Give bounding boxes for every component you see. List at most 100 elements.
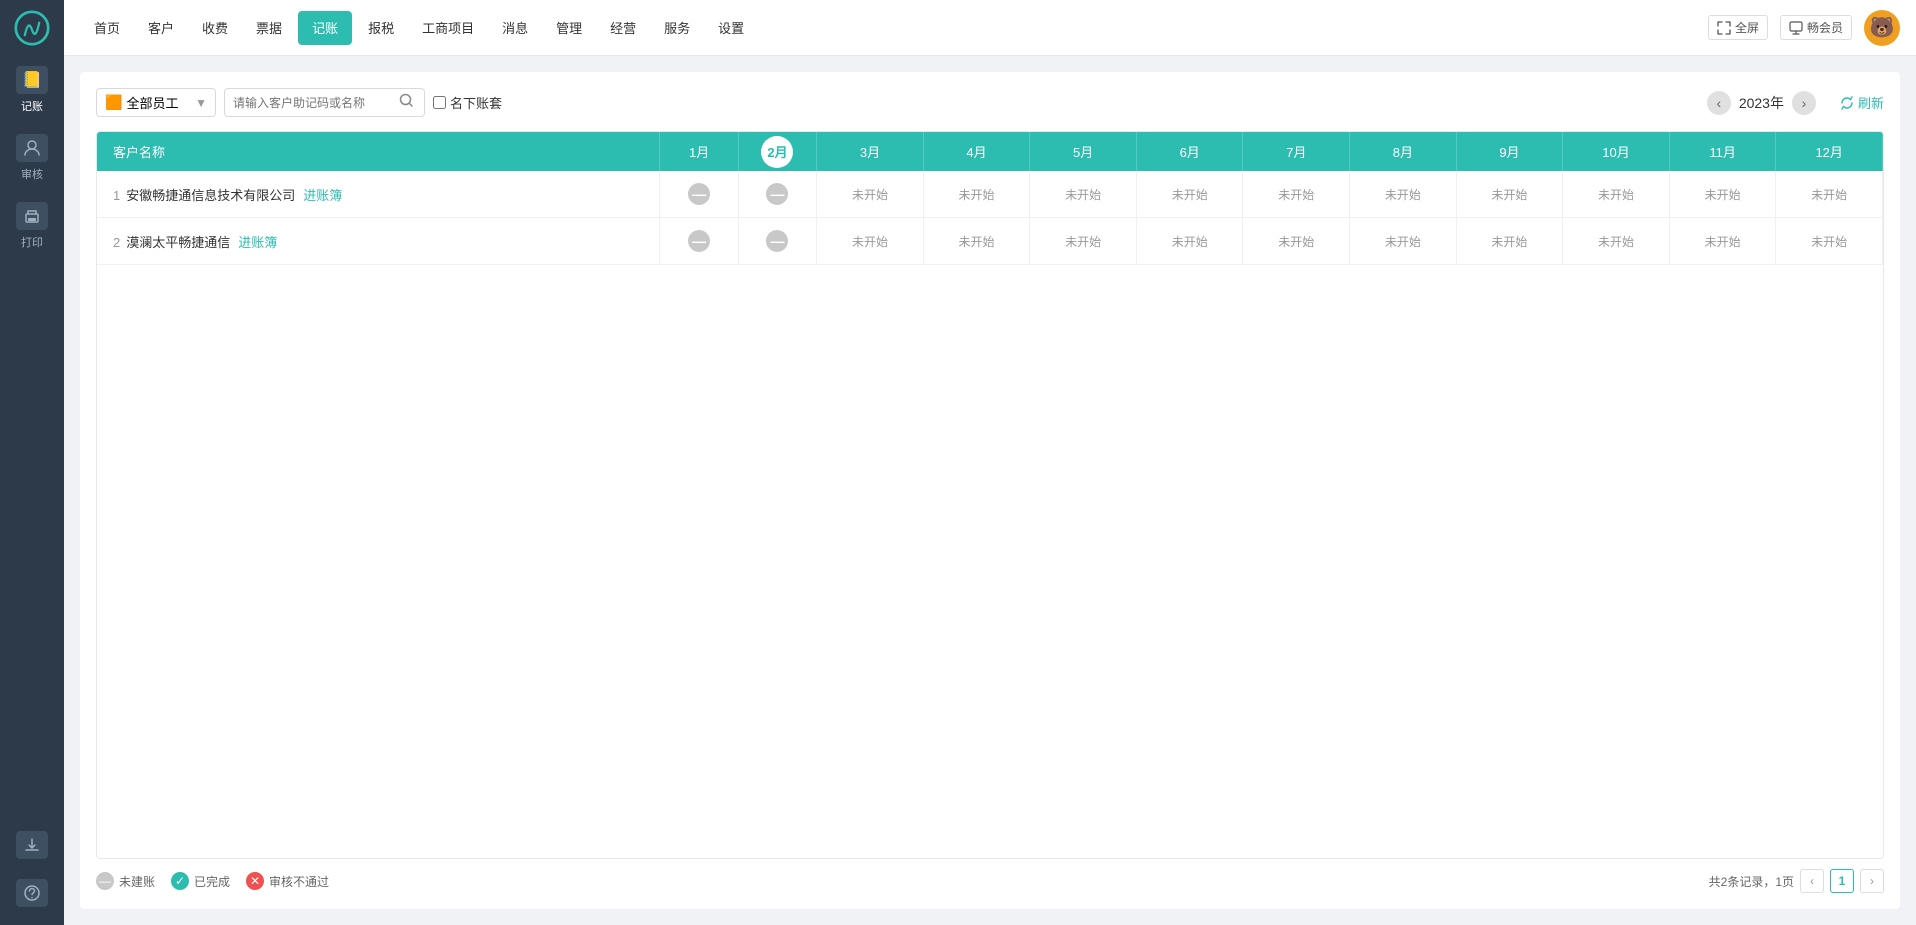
not-started-label: 未开始 [852,188,888,202]
not-started-label: 未开始 [1385,188,1421,202]
main-card: 🟧 全部员工 ▼ 名下账套 [80,72,1900,909]
col-month-1: 1月 [660,132,738,171]
cell-row2-month4: 未开始 [923,218,1030,265]
not-started-label: 未开始 [1491,188,1527,202]
cell-row2-month3: 未开始 [817,218,924,265]
row-index: 1 [113,188,120,203]
not-started-label: 未开始 [1172,235,1208,249]
next-year-button[interactable]: › [1792,91,1816,115]
cell-row1-month10: 未开始 [1563,171,1670,218]
member-button[interactable]: 畅会员 [1780,15,1852,40]
not-started-label: 未开始 [1705,188,1741,202]
cell-row2-month10: 未开始 [1563,218,1670,265]
not-started-label: 未开始 [1811,235,1847,249]
main-area: 首页 客户 收费 票据 记账 报税 工商项目 消息 管理 经营 服务 设置 全屏 [64,0,1916,925]
col-client: 客户名称 [97,132,660,171]
not-started-label: 未开始 [959,235,995,249]
not-started-label: 未开始 [1278,188,1314,202]
user-avatar[interactable]: 🐻 [1864,10,1900,46]
nav-home[interactable]: 首页 [80,0,134,56]
search-box[interactable] [224,88,425,117]
sidebar-item-shenhe[interactable]: 审核 [0,124,64,192]
col-month-12: 12月 [1776,132,1883,171]
nav-business[interactable]: 工商项目 [408,0,488,56]
sidebar-item-support[interactable] [0,869,64,917]
cell-row1-month2[interactable]: — [738,171,816,218]
nav-invoice[interactable]: 票据 [242,0,296,56]
cell-row1-month1[interactable]: — [660,171,738,218]
table-row: 2漠澜太平畅捷通信进账簿——未开始未开始未开始未开始未开始未开始未开始未开始未开… [97,218,1883,265]
not-started-label: 未开始 [1385,235,1421,249]
cell-row2-month6: 未开始 [1136,218,1243,265]
client-name: 安徽畅捷通信息技术有限公司 [126,188,295,203]
sidebar-item-download[interactable] [0,821,64,869]
nav-settings[interactable]: 设置 [704,0,758,56]
search-input[interactable] [233,96,393,110]
support-icon [16,879,48,907]
topnav-right: 全屏 畅会员 🐻 [1708,10,1900,46]
refresh-icon [1840,96,1854,110]
cell-row2-month9: 未开始 [1456,218,1563,265]
member-icon [1789,21,1803,35]
cell-row2-month1[interactable]: — [660,218,738,265]
refresh-button[interactable]: 刷新 [1840,93,1884,112]
legend-done: ✓ 已完成 [171,872,230,890]
col-month-4: 4月 [923,132,1030,171]
nav-operate[interactable]: 经营 [596,0,650,56]
cell-row2-month11: 未开始 [1669,218,1776,265]
cell-row2-month12: 未开始 [1776,218,1883,265]
data-table-wrap: 客户名称 1月 2月 3月 4月 5月 6月 7月 8月 9月 [96,131,1884,859]
jizhang-icon: 📒 [16,66,48,94]
cell-row1-month6: 未开始 [1136,171,1243,218]
col-month-11: 11月 [1669,132,1776,171]
my-accounts-checkbox-label[interactable]: 名下账套 [433,93,502,112]
enter-ledger-link[interactable]: 进账簿 [238,235,277,250]
col-month-8: 8月 [1350,132,1457,171]
page-number[interactable]: 1 [1830,869,1854,893]
year-display: 2023年 [1739,93,1784,113]
cell-row1-month5: 未开始 [1030,171,1137,218]
prev-page-button[interactable]: ‹ [1800,869,1824,893]
sidebar-bottom [0,821,64,925]
cell-row2-month2[interactable]: — [738,218,816,265]
not-started-label: 未开始 [1278,235,1314,249]
legend-rejected: ✕ 审核不通过 [246,872,329,890]
legend: — 未建账 ✓ 已完成 ✕ 审核不通过 [96,872,329,890]
sidebar-item-jizhang[interactable]: 📒 记账 [0,56,64,124]
nav-manage[interactable]: 管理 [542,0,596,56]
toolbar: 🟧 全部员工 ▼ 名下账套 [96,88,1884,117]
legend-teal-icon: ✓ [171,872,189,890]
not-started-label: 未开始 [1705,235,1741,249]
sidebar-logo [0,0,64,56]
search-button[interactable] [397,93,416,112]
not-started-label: 未开始 [1811,188,1847,202]
nav-account[interactable]: 记账 [298,11,352,45]
sidebar-item-dayin[interactable]: 打印 [0,192,64,260]
next-page-button[interactable]: › [1860,869,1884,893]
nav-message[interactable]: 消息 [488,0,542,56]
my-accounts-checkbox[interactable] [433,96,446,109]
employee-select[interactable]: 🟧 全部员工 ▼ [96,88,216,117]
not-started-label: 未开始 [1172,188,1208,202]
pagination: 共2条记录，1页 ‹ 1 › [1709,869,1884,893]
legend-red-icon: ✕ [246,872,264,890]
col-month-6: 6月 [1136,132,1243,171]
enter-ledger-link[interactable]: 进账簿 [303,188,342,203]
client-name: 漠澜太平畅捷通信 [126,235,230,250]
col-month-5: 5月 [1030,132,1137,171]
col-month-2: 2月 [738,132,816,171]
search-icon [399,93,414,108]
year-nav: ‹ 2023年 › [1707,91,1816,115]
active-month-circle: 2月 [761,136,793,168]
nav-service[interactable]: 服务 [650,0,704,56]
fullscreen-button[interactable]: 全屏 [1708,15,1768,40]
nav-customer[interactable]: 客户 [134,0,188,56]
nav-fee[interactable]: 收费 [188,0,242,56]
nav-tax[interactable]: 报税 [354,0,408,56]
cell-row2-month8: 未开始 [1350,218,1457,265]
cell-row1-month4: 未开始 [923,171,1030,218]
topnav: 首页 客户 收费 票据 记账 报税 工商项目 消息 管理 经营 服务 设置 全屏 [64,0,1916,56]
download-icon [16,831,48,859]
cell-row1-month8: 未开始 [1350,171,1457,218]
prev-year-button[interactable]: ‹ [1707,91,1731,115]
